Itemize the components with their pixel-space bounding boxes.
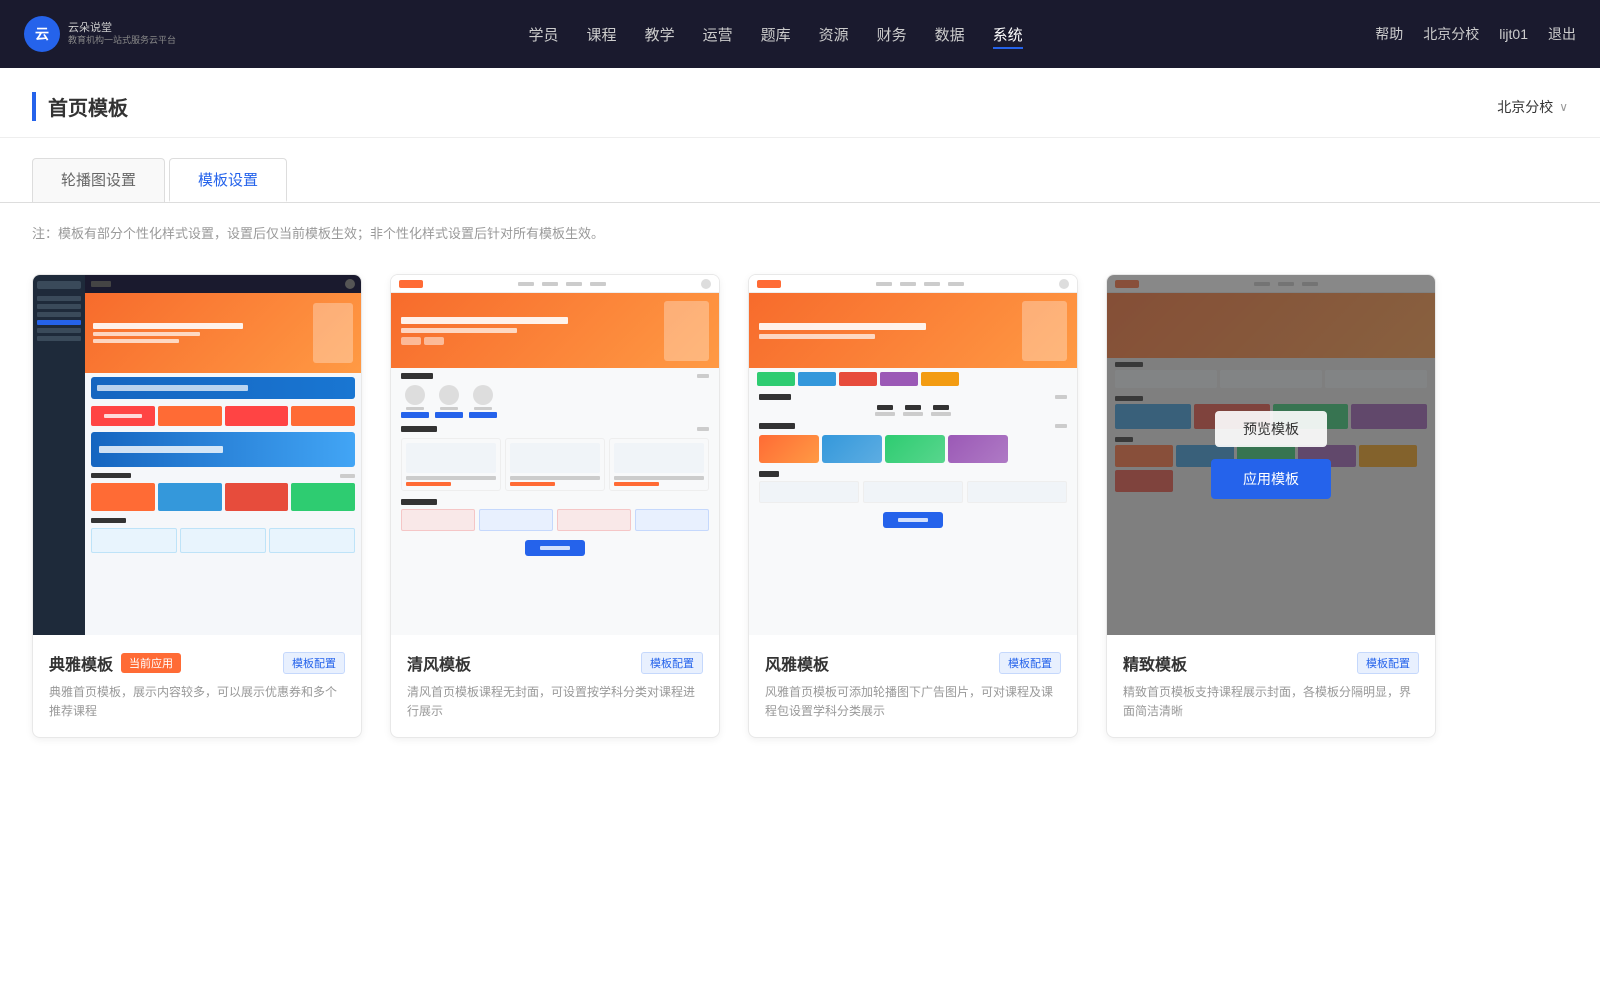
template-name-3: 风雅模板: [765, 651, 829, 675]
navigation: 云 云朵说堂 教育机构一站式服务云平台 学员 课程 教学 运营 题库 资源 财务…: [0, 0, 1600, 68]
template-name-row-1: 典雅模板 当前应用 模板配置: [49, 651, 345, 675]
template-footer-4: 精致模板 模板配置 精致首页模板支持课程展示封面，各模板分隔明显，界面简洁清晰: [1107, 635, 1435, 737]
template-preview-4: 预览模板 应用模板: [1107, 275, 1435, 635]
config-btn-3[interactable]: 模板配置: [999, 652, 1061, 674]
template-desc-3: 风雅首页模板可添加轮播图下广告图片，可对课程及课程包设置学科分类展示: [765, 683, 1061, 721]
tab-carousel[interactable]: 轮播图设置: [32, 158, 165, 202]
nav-item-operations[interactable]: 运营: [703, 20, 733, 49]
preview-template-btn[interactable]: 预览模板: [1215, 411, 1327, 447]
template-desc-4: 精致首页模板支持课程展示封面，各模板分隔明显，界面简洁清晰: [1123, 683, 1419, 721]
template-card-1: 典雅模板 当前应用 模板配置 典雅首页模板，展示内容较多，可以展示优惠券和多个推…: [32, 274, 362, 738]
page-header: 首页模板 北京分校 ∨: [0, 68, 1600, 138]
nav-item-students[interactable]: 学员: [529, 20, 559, 49]
nav-item-data[interactable]: 数据: [935, 20, 965, 49]
template-footer-1: 典雅模板 当前应用 模板配置 典雅首页模板，展示内容较多，可以展示优惠券和多个推…: [33, 635, 361, 737]
nav-item-questions[interactable]: 题库: [761, 20, 791, 49]
config-btn-1[interactable]: 模板配置: [283, 652, 345, 674]
nav-item-finance[interactable]: 财务: [877, 20, 907, 49]
nav-item-courses[interactable]: 课程: [587, 20, 617, 49]
notice-text: 注：模板有部分个性化样式设置，设置后仅当前模板生效；非个性化样式设置后针对所有模…: [0, 203, 1600, 250]
nav-item-system[interactable]: 系统: [993, 20, 1023, 49]
nav-item-resources[interactable]: 资源: [819, 20, 849, 49]
tab-template[interactable]: 模板设置: [169, 158, 287, 202]
logo: 云 云朵说堂 教育机构一站式服务云平台: [24, 16, 176, 52]
template-card-3: 风雅模板 模板配置 风雅首页模板可添加轮播图下广告图片，可对课程及课程包设置学科…: [748, 274, 1078, 738]
nav-item-teaching[interactable]: 教学: [645, 20, 675, 49]
config-btn-2[interactable]: 模板配置: [641, 652, 703, 674]
logo-text: 云朵说堂 教育机构一站式服务云平台: [68, 21, 176, 47]
template-name-row-3: 风雅模板 模板配置: [765, 651, 1061, 675]
template-card-2: 清风模板 模板配置 清风首页模板课程无封面，可设置按学科分类对课程进行展示: [390, 274, 720, 738]
main-content: 首页模板 北京分校 ∨ 轮播图设置 模板设置 注：模板有部分个性化样式设置，设置…: [0, 68, 1600, 990]
nav-branch[interactable]: 北京分校: [1423, 24, 1479, 44]
page-title: 首页模板: [32, 92, 128, 121]
template-card-4: 预览模板 应用模板 精致模板 模板配置 精致首页模板支持课程展示封面，各模板分隔…: [1106, 274, 1436, 738]
template-name-4: 精致模板: [1123, 651, 1187, 675]
tabs-container: 轮播图设置 模板设置: [0, 138, 1600, 203]
templates-grid: 典雅模板 当前应用 模板配置 典雅首页模板，展示内容较多，可以展示优惠券和多个推…: [0, 250, 1600, 778]
current-badge-1: 当前应用: [121, 653, 181, 673]
template-name-2: 清风模板: [407, 651, 471, 675]
nav-help[interactable]: 帮助: [1375, 24, 1403, 44]
template-name-row-2: 清风模板 模板配置: [407, 651, 703, 675]
branch-selector[interactable]: 北京分校 ∨: [1497, 97, 1568, 117]
template-preview-3: [749, 275, 1077, 635]
template-preview-2: [391, 275, 719, 635]
nav-user[interactable]: lijt01: [1499, 26, 1528, 42]
template-name-row-4: 精致模板 模板配置: [1123, 651, 1419, 675]
logo-icon: 云: [24, 16, 60, 52]
nav-menu: 学员 课程 教学 运营 题库 资源 财务 数据 系统: [208, 20, 1343, 49]
template-footer-3: 风雅模板 模板配置 风雅首页模板可添加轮播图下广告图片，可对课程及课程包设置学科…: [749, 635, 1077, 737]
config-btn-4[interactable]: 模板配置: [1357, 652, 1419, 674]
nav-right: 帮助 北京分校 lijt01 退出: [1375, 24, 1576, 44]
template-footer-2: 清风模板 模板配置 清风首页模板课程无封面，可设置按学科分类对课程进行展示: [391, 635, 719, 737]
chevron-down-icon: ∨: [1559, 100, 1568, 114]
template-name-1: 典雅模板: [49, 651, 113, 675]
template-overlay-4: 预览模板 应用模板: [1107, 275, 1435, 635]
template-preview-1: [33, 275, 361, 635]
nav-logout[interactable]: 退出: [1548, 24, 1576, 44]
apply-template-btn[interactable]: 应用模板: [1211, 459, 1331, 499]
template-desc-1: 典雅首页模板，展示内容较多，可以展示优惠券和多个推荐课程: [49, 683, 345, 721]
template-desc-2: 清风首页模板课程无封面，可设置按学科分类对课程进行展示: [407, 683, 703, 721]
